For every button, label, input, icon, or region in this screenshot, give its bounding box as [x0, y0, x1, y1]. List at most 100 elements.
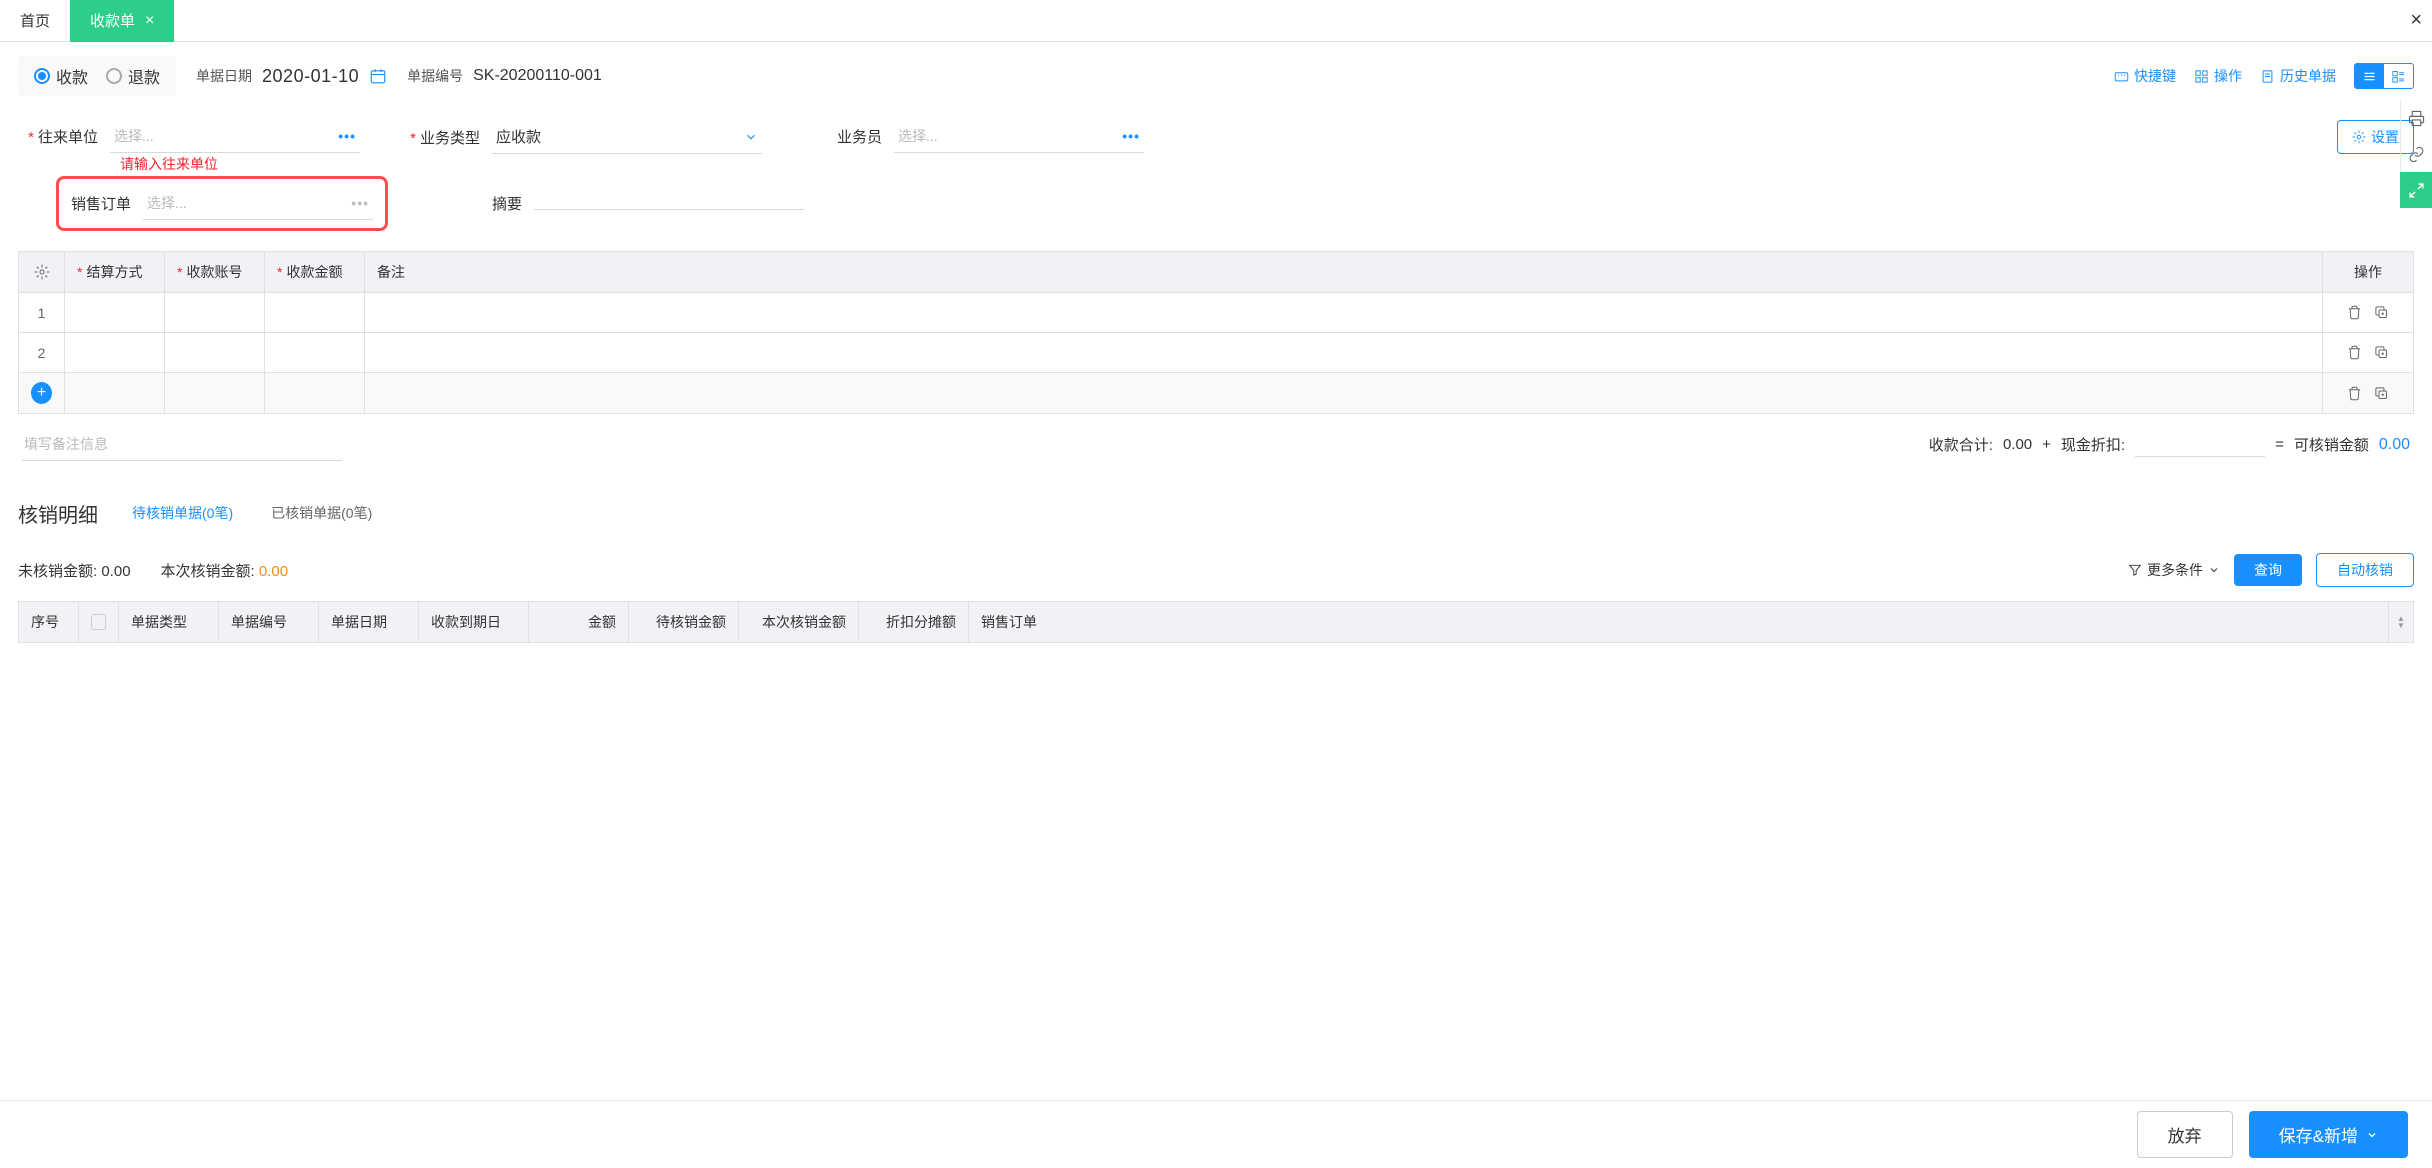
- chevron-down-icon: [2366, 1129, 2378, 1141]
- top-bar: 收款 退款 单据日期 2020-01-10 单据编号 SK-20200110-0…: [18, 52, 2414, 100]
- form-row-2: 销售订单 选择... ••• 摘要: [18, 176, 2414, 231]
- account-cell[interactable]: [165, 333, 265, 372]
- ellipsis-icon: •••: [338, 128, 356, 144]
- close-all-icon[interactable]: ×: [2410, 9, 2422, 32]
- view-list-button[interactable]: [2354, 63, 2384, 89]
- col-amount: 金额: [529, 602, 629, 642]
- verification-actions: 更多条件 查询 自动核销: [2128, 553, 2414, 587]
- sidebar-link-button[interactable]: [2400, 136, 2432, 172]
- row-actions: [2323, 293, 2413, 332]
- tab-pending-verify[interactable]: 待核销单据(0笔): [128, 497, 237, 529]
- date-value[interactable]: 2020-01-10: [262, 66, 359, 87]
- gear-column-header[interactable]: [19, 252, 65, 292]
- delete-icon[interactable]: [2347, 345, 2362, 360]
- summary-input[interactable]: [534, 197, 804, 210]
- auto-verify-button[interactable]: 自动核销: [2316, 553, 2414, 587]
- radio-checked-icon: [34, 68, 50, 84]
- checkbox-icon: [91, 614, 106, 630]
- copy-icon[interactable]: [2374, 386, 2389, 401]
- placeholder-text: 选择...: [898, 126, 938, 146]
- remark-input[interactable]: 填写备注信息: [22, 428, 342, 461]
- link-icon: [2408, 146, 2425, 163]
- discount-input[interactable]: [2135, 433, 2265, 457]
- delete-icon[interactable]: [2347, 305, 2362, 320]
- col-checkbox[interactable]: [79, 602, 119, 642]
- summary-calc: 收款合计: 0.00 + 现金折扣: = 可核销金额 0.00: [1929, 433, 2410, 457]
- payment-table: *结算方式 *收款账号 *收款金额 备注 操作 1 2: [18, 251, 2414, 414]
- verification-table-header: 序号 单据类型 单据编号 单据日期 收款到期日 金额 待核销金额 本次核销金额 …: [19, 602, 2413, 642]
- row-number: 1: [19, 293, 65, 332]
- partner-error-message: 请输入往来单位: [120, 154, 218, 174]
- expand-icon: [2408, 182, 2425, 199]
- method-cell[interactable]: [65, 333, 165, 372]
- shortcut-label: 快捷键: [2134, 66, 2176, 86]
- table-row: 2: [19, 333, 2413, 373]
- radio-label: 收款: [56, 64, 88, 88]
- card-icon: [2391, 69, 2406, 84]
- query-button[interactable]: 查询: [2234, 554, 2302, 586]
- sales-order-label: 销售订单: [71, 193, 131, 214]
- ellipsis-icon: •••: [1122, 128, 1140, 144]
- total-value: 0.00: [2003, 436, 2032, 453]
- this-verify-amount: 本次核销金额: 0.00: [161, 560, 289, 581]
- tab-label: 收款单: [90, 10, 135, 31]
- biztype-field: *业务类型 应收款: [400, 120, 762, 154]
- gear-icon: [34, 264, 50, 280]
- more-conditions-button[interactable]: 更多条件: [2128, 560, 2220, 580]
- placeholder-text: 选择...: [147, 193, 187, 213]
- close-icon[interactable]: ×: [145, 12, 154, 30]
- sidebar-print-button[interactable]: [2400, 100, 2432, 136]
- ellipsis-icon: •••: [351, 195, 369, 211]
- cancel-button[interactable]: 放弃: [2137, 1111, 2233, 1158]
- calendar-icon[interactable]: [369, 67, 387, 85]
- radio-refund[interactable]: 退款: [106, 64, 160, 88]
- history-button[interactable]: 历史单据: [2260, 66, 2336, 86]
- save-button[interactable]: 保存&新增: [2249, 1111, 2408, 1158]
- radio-receive[interactable]: 收款: [34, 64, 88, 88]
- amount-cell[interactable]: [265, 293, 365, 332]
- method-cell[interactable]: [65, 293, 165, 332]
- tab-receipt[interactable]: 收款单 ×: [70, 0, 174, 42]
- col-action-header: 操作: [2323, 252, 2413, 292]
- summary-label: 摘要: [462, 193, 522, 214]
- tab-home[interactable]: 首页: [0, 0, 70, 42]
- gear-icon: [2352, 130, 2366, 144]
- chevron-down-icon: [2208, 564, 2220, 576]
- biztype-select[interactable]: 应收款: [492, 120, 762, 154]
- sales-order-select[interactable]: 选择... •••: [143, 187, 373, 220]
- amount-cell[interactable]: [265, 333, 365, 372]
- col-method-header: *结算方式: [65, 252, 165, 292]
- account-cell[interactable]: [165, 293, 265, 332]
- date-field: 单据日期 2020-01-10: [196, 66, 387, 87]
- copy-icon[interactable]: [2374, 305, 2389, 320]
- tab-done-verify[interactable]: 已核销单据(0笔): [267, 497, 376, 529]
- shortcut-button[interactable]: 快捷键: [2114, 66, 2176, 86]
- grid-icon: [2194, 69, 2209, 84]
- sort-column[interactable]: ▲ ▼: [2389, 602, 2413, 642]
- col-doc-type: 单据类型: [119, 602, 219, 642]
- list-icon: [2362, 69, 2377, 84]
- view-toggle: [2354, 63, 2414, 89]
- tabs-bar: 首页 收款单 × ×: [0, 0, 2432, 42]
- doc-type-radio-group: 收款 退款: [18, 56, 176, 96]
- settings-label: 设置: [2371, 127, 2399, 147]
- clerk-select[interactable]: 选择... •••: [894, 120, 1144, 153]
- operate-label: 操作: [2214, 66, 2242, 86]
- add-row-button[interactable]: +: [31, 382, 52, 404]
- table-row: 1: [19, 293, 2413, 333]
- remark-cell[interactable]: [365, 333, 2323, 372]
- sidebar-expand-button[interactable]: [2400, 172, 2432, 208]
- biztype-value: 应收款: [496, 126, 541, 147]
- docno-field: 单据编号 SK-20200110-001: [407, 66, 602, 86]
- col-due-date: 收款到期日: [419, 602, 529, 642]
- partner-label: *往来单位: [18, 126, 98, 147]
- view-card-button[interactable]: [2384, 63, 2414, 89]
- partner-select[interactable]: 选择... •••: [110, 120, 360, 153]
- remark-cell[interactable]: [365, 293, 2323, 332]
- operate-button[interactable]: 操作: [2194, 66, 2242, 86]
- col-discount-amount: 折扣分摊额: [859, 602, 969, 642]
- copy-icon[interactable]: [2374, 345, 2389, 360]
- placeholder-text: 选择...: [114, 126, 154, 146]
- col-sales-order: 销售订单: [969, 602, 2389, 642]
- delete-icon[interactable]: [2347, 386, 2362, 401]
